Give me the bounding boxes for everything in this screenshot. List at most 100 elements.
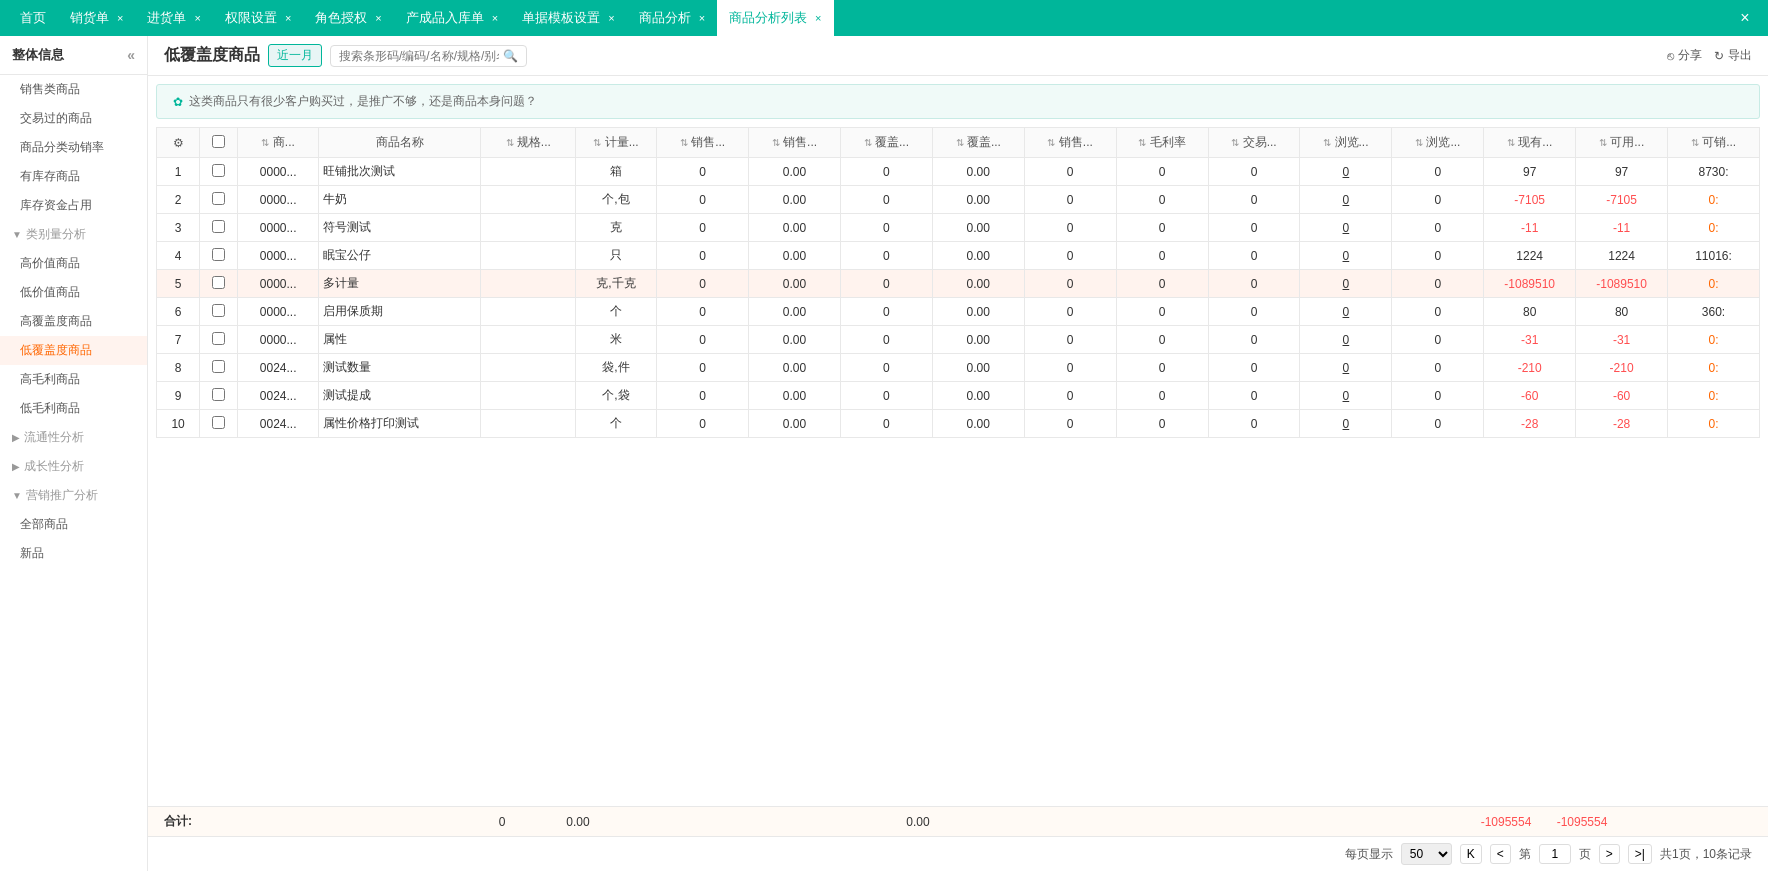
column-cover1[interactable]: ⇅ 覆盖... [840, 128, 932, 158]
sidebar-item-stock-capital[interactable]: 库存资金占用 [0, 191, 147, 220]
cell-spec [481, 354, 576, 382]
column-current[interactable]: ⇅ 现有... [1484, 128, 1576, 158]
last-page-button[interactable]: >| [1628, 844, 1652, 864]
sidebar-item-sales-goods[interactable]: 销售类商品 [0, 75, 147, 104]
nav-item-product-analysis[interactable]: 商品分析 × [627, 0, 717, 36]
nav-close-product-analysis-list[interactable]: × [815, 0, 821, 36]
nav-item-sales[interactable]: 销货单 × [58, 0, 135, 36]
nav-item-product-warehouse[interactable]: 产成品入库单 × [394, 0, 510, 36]
sidebar-item-in-stock-goods[interactable]: 有库存商品 [0, 162, 147, 191]
column-sales2[interactable]: ⇅ 销售... [748, 128, 840, 158]
select-all-checkbox[interactable] [212, 135, 225, 148]
sidebar-item-low-value[interactable]: 低价值商品 [0, 278, 147, 307]
cell-browse1[interactable]: 0 [1300, 326, 1392, 354]
sidebar-item-traded-goods[interactable]: 交易过的商品 [0, 104, 147, 133]
nav-item-role-auth[interactable]: 角色授权 × [303, 0, 393, 36]
cell-cover1: 0 [840, 354, 932, 382]
nav-item-template-settings[interactable]: 单据模板设置 × [510, 0, 626, 36]
cell-checkbox[interactable] [200, 214, 238, 242]
column-available[interactable]: ⇅ 可用... [1576, 128, 1668, 158]
nav-close-role-auth[interactable]: × [375, 0, 381, 36]
column-sellable[interactable]: ⇅ 可销... [1668, 128, 1760, 158]
cell-checkbox[interactable] [200, 186, 238, 214]
column-browse1[interactable]: ⇅ 浏览... [1300, 128, 1392, 158]
cell-checkbox[interactable] [200, 354, 238, 382]
sidebar-collapse-button[interactable]: « [127, 47, 135, 63]
sidebar-group-growth[interactable]: ▶ 成长性分析 [0, 452, 147, 481]
nav-item-product-analysis-list[interactable]: 商品分析列表 × [717, 0, 833, 36]
nav-close-purchase[interactable]: × [194, 0, 200, 36]
row-checkbox[interactable] [212, 276, 225, 289]
column-name[interactable]: 商品名称 [319, 128, 481, 158]
sidebar-item-high-margin[interactable]: 高毛利商品 [0, 365, 147, 394]
cell-browse1[interactable]: 0 [1300, 186, 1392, 214]
row-checkbox[interactable] [212, 304, 225, 317]
row-checkbox[interactable] [212, 164, 225, 177]
nav-close-sales[interactable]: × [117, 0, 123, 36]
nav-item-home[interactable]: 首页 [8, 0, 58, 36]
export-button[interactable]: ↻ 导出 [1714, 47, 1752, 64]
nav-close-product-warehouse[interactable]: × [492, 0, 498, 36]
first-page-button[interactable]: K [1460, 844, 1482, 864]
window-close-button[interactable]: × [1730, 0, 1760, 36]
cell-checkbox[interactable] [200, 242, 238, 270]
cell-checkbox[interactable] [200, 410, 238, 438]
search-input[interactable] [339, 49, 499, 63]
filter-tag-recent-month[interactable]: 近一月 [268, 44, 322, 67]
row-checkbox[interactable] [212, 360, 225, 373]
cell-browse1[interactable]: 0 [1300, 214, 1392, 242]
cell-gross-rate: 0 [1116, 326, 1208, 354]
column-sales3[interactable]: ⇅ 销售... [1024, 128, 1116, 158]
sidebar-item-low-margin[interactable]: 低毛利商品 [0, 394, 147, 423]
search-icon[interactable]: 🔍 [503, 49, 518, 63]
sidebar-item-low-coverage[interactable]: 低覆盖度商品 [0, 336, 147, 365]
nav-item-purchase[interactable]: 进货单 × [135, 0, 212, 36]
prev-page-button[interactable]: < [1490, 844, 1511, 864]
cell-cover1: 0 [840, 242, 932, 270]
cell-browse1[interactable]: 0 [1300, 354, 1392, 382]
column-code[interactable]: ⇅ 商... [238, 128, 319, 158]
nav-close-template-settings[interactable]: × [608, 0, 614, 36]
column-checkbox-header[interactable] [200, 128, 238, 158]
sidebar-item-new-goods[interactable]: 新品 [0, 539, 147, 568]
column-trade[interactable]: ⇅ 交易... [1208, 128, 1300, 158]
sidebar-group-marketing[interactable]: ▼ 营销推广分析 [0, 481, 147, 510]
cell-browse1[interactable]: 0 [1300, 242, 1392, 270]
sidebar-group-liquidity[interactable]: ▶ 流通性分析 [0, 423, 147, 452]
nav-item-permissions[interactable]: 权限设置 × [213, 0, 303, 36]
column-browse2[interactable]: ⇅ 浏览... [1392, 128, 1484, 158]
sidebar-item-all-goods[interactable]: 全部商品 [0, 510, 147, 539]
sidebar-group-category-analysis[interactable]: ▼ 类别量分析 [0, 220, 147, 249]
column-unit[interactable]: ⇅ 计量... [575, 128, 656, 158]
row-checkbox[interactable] [212, 220, 225, 233]
cell-browse1[interactable]: 0 [1300, 270, 1392, 298]
nav-close-permissions[interactable]: × [285, 0, 291, 36]
row-checkbox[interactable] [212, 416, 225, 429]
cell-checkbox[interactable] [200, 382, 238, 410]
column-cover2[interactable]: ⇅ 覆盖... [932, 128, 1024, 158]
column-settings-icon[interactable]: ⚙ [157, 128, 200, 158]
next-page-button[interactable]: > [1599, 844, 1620, 864]
column-spec[interactable]: ⇅ 规格... [481, 128, 576, 158]
column-sales1[interactable]: ⇅ 销售... [657, 128, 749, 158]
share-button[interactable]: ⎋ 分享 [1667, 47, 1702, 64]
row-checkbox[interactable] [212, 388, 225, 401]
page-number-input[interactable] [1539, 844, 1571, 864]
row-checkbox[interactable] [212, 332, 225, 345]
cell-checkbox[interactable] [200, 158, 238, 186]
cell-browse1[interactable]: 0 [1300, 158, 1392, 186]
cell-checkbox[interactable] [200, 298, 238, 326]
page-size-select[interactable]: 50 100 200 [1401, 843, 1452, 865]
cell-browse1[interactable]: 0 [1300, 298, 1392, 326]
cell-browse1[interactable]: 0 [1300, 382, 1392, 410]
cell-checkbox[interactable] [200, 326, 238, 354]
nav-close-product-analysis[interactable]: × [699, 0, 705, 36]
sidebar-item-high-coverage[interactable]: 高覆盖度商品 [0, 307, 147, 336]
row-checkbox[interactable] [212, 248, 225, 261]
cell-checkbox[interactable] [200, 270, 238, 298]
sidebar-item-category-sell-rate[interactable]: 商品分类动销率 [0, 133, 147, 162]
sidebar-item-high-value[interactable]: 高价值商品 [0, 249, 147, 278]
cell-browse1[interactable]: 0 [1300, 410, 1392, 438]
row-checkbox[interactable] [212, 192, 225, 205]
column-gross-rate[interactable]: ⇅ 毛利率 [1116, 128, 1208, 158]
